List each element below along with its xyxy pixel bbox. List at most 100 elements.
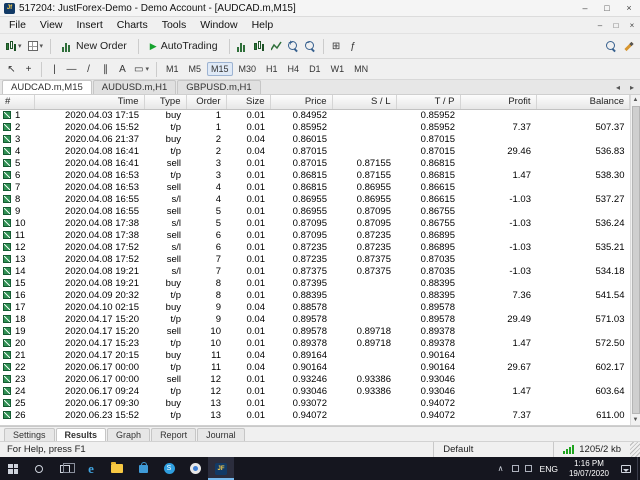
language-indicator[interactable]: ENG (535, 464, 563, 474)
skype-button[interactable]: S (156, 457, 182, 480)
profile-selector[interactable]: Default (433, 442, 553, 457)
table-row[interactable]: 11 2020.04.08 17:38 sell 6 0.01 0.87095 0.8723… (0, 229, 630, 241)
search-button[interactable] (603, 37, 620, 56)
menu-view[interactable]: View (33, 18, 70, 32)
zoom-in-button[interactable]: + (285, 37, 302, 56)
timeframe-m5[interactable]: M5 (184, 62, 205, 76)
taskbar-clock[interactable]: 1:16 PM 19/07/2020 (563, 459, 615, 478)
table-row[interactable]: 23 2020.06.17 00:00 sell 12 0.01 0.93246 0.933… (0, 373, 630, 385)
menu-tools[interactable]: Tools (155, 18, 194, 32)
table-row[interactable]: 5 2020.04.08 16:41 sell 3 0.01 0.87015 0.87155… (0, 157, 630, 169)
new-chart-button[interactable]: ▾ (3, 37, 25, 56)
table-row[interactable]: 6 2020.04.08 16:53 t/p 3 0.01 0.86815 0.87155 0… (0, 169, 630, 181)
table-row[interactable]: 10 2020.04.08 17:38 s/l 5 0.01 0.87095 0.87095… (0, 217, 630, 229)
mdi-restore-button[interactable]: □ (608, 19, 624, 32)
channel-button[interactable]: ∥ (97, 60, 114, 79)
minimize-button[interactable]: – (574, 0, 596, 16)
table-row[interactable]: 8 2020.04.08 16:55 s/l 4 0.01 0.86955 0.86955 0… (0, 193, 630, 205)
chart-tab[interactable]: GBPUSD.m,H1 (177, 80, 261, 94)
start-button[interactable] (0, 457, 26, 480)
scrollbar-thumb[interactable] (631, 106, 640, 414)
table-row[interactable]: 25 2020.06.17 09:30 buy 13 0.01 0.93072 0.9407… (0, 397, 630, 409)
table-row[interactable]: 1 2020.04.03 17:15 buy 1 0.01 0.84952 0.85952 (0, 109, 630, 121)
autotrading-button[interactable]: ▶ AutoTrading (143, 37, 225, 56)
scroll-tabs-right-button[interactable]: ▸ (626, 83, 638, 92)
table-row[interactable]: 17 2020.04.10 02:15 buy 9 0.04 0.88578 0.89578 (0, 301, 630, 313)
scroll-tabs-left-button[interactable]: ◂ (612, 83, 624, 92)
timeframe-d1[interactable]: D1 (305, 62, 325, 76)
column-header[interactable]: Time (34, 95, 145, 110)
cursor-button[interactable]: ↖ (3, 60, 20, 79)
table-row[interactable]: 2 2020.04.06 15:52 t/p 1 0.01 0.85952 0.85952 7… (0, 121, 630, 133)
table-row[interactable]: 9 2020.04.08 16:55 sell 5 0.01 0.86955 0.87095… (0, 205, 630, 217)
table-row[interactable]: 3 2020.04.06 21:37 buy 2 0.04 0.86015 0.87015 (0, 133, 630, 145)
table-row[interactable]: 26 2020.06.23 15:52 t/p 13 0.01 0.94072 0.9407… (0, 409, 630, 421)
column-header[interactable]: Balance (536, 95, 630, 110)
table-row[interactable]: 18 2020.04.17 15:20 t/p 9 0.04 0.89578 0.89578… (0, 313, 630, 325)
table-row[interactable]: 14 2020.04.08 19:21 s/l 7 0.01 0.87375 0.87375… (0, 265, 630, 277)
column-header[interactable]: Type (144, 95, 187, 110)
column-header[interactable]: Profit (460, 95, 537, 110)
timeframe-m15[interactable]: M15 (207, 62, 233, 76)
mdi-minimize-button[interactable]: – (592, 19, 608, 32)
column-header[interactable]: Price (270, 95, 333, 110)
table-row[interactable]: 20 2020.04.17 15:23 t/p 10 0.01 0.89378 0.8971… (0, 337, 630, 349)
menu-window[interactable]: Window (193, 18, 244, 32)
timeframe-h4[interactable]: H4 (284, 62, 304, 76)
close-button[interactable]: × (618, 0, 640, 16)
zoom-out-button[interactable]: − (302, 37, 319, 56)
action-center-icon[interactable] (621, 464, 631, 473)
trendline-button[interactable]: / (80, 60, 97, 79)
table-row[interactable]: 15 2020.04.08 19:21 buy 8 0.01 0.87395 0.88395 (0, 277, 630, 289)
vertical-line-button[interactable]: | (46, 60, 63, 79)
tester-tab-report[interactable]: Report (151, 428, 197, 441)
table-row[interactable]: 13 2020.04.08 17:52 sell 7 0.01 0.87235 0.8737… (0, 253, 630, 265)
chart-tab[interactable]: AUDCAD.m,M15 (2, 80, 92, 94)
tray-icon[interactable] (524, 465, 532, 472)
tray-icon[interactable] (511, 465, 519, 472)
menu-charts[interactable]: Charts (110, 18, 155, 32)
search-taskbar-button[interactable] (26, 457, 52, 480)
tile-windows-button[interactable]: ⊞ (328, 37, 345, 56)
vertical-scrollbar[interactable]: ▲ ▼ (630, 95, 640, 425)
table-row[interactable]: 7 2020.04.08 16:53 sell 4 0.01 0.86815 0.86955… (0, 181, 630, 193)
store-button[interactable] (130, 457, 156, 480)
column-header[interactable]: Order (186, 95, 227, 110)
mt4-taskbar-button[interactable]: JF (208, 457, 234, 480)
menu-help[interactable]: Help (245, 18, 281, 32)
browser-button[interactable] (182, 457, 208, 480)
task-view-button[interactable] (52, 457, 78, 480)
timeframe-w1[interactable]: W1 (327, 62, 349, 76)
horizontal-line-button[interactable]: — (63, 60, 80, 79)
column-header[interactable]: T / P (396, 95, 461, 110)
crosshair-button[interactable]: + (20, 60, 37, 79)
line-chart-button[interactable] (268, 37, 285, 56)
timeframe-m30[interactable]: M30 (235, 62, 261, 76)
file-explorer-button[interactable] (104, 457, 130, 480)
menu-insert[interactable]: Insert (70, 18, 110, 32)
column-header[interactable]: S / L (332, 95, 397, 110)
timeframe-h1[interactable]: H1 (262, 62, 282, 76)
column-header[interactable]: # (0, 95, 35, 110)
table-row[interactable]: 21 2020.04.17 20:15 buy 11 0.04 0.89164 0.9016… (0, 349, 630, 361)
table-row[interactable]: 22 2020.06.17 00:00 t/p 11 0.04 0.90164 0.9016… (0, 361, 630, 373)
scroll-down-arrow[interactable]: ▼ (633, 415, 639, 425)
timeframe-mn[interactable]: MN (350, 62, 372, 76)
edge-taskbar-button[interactable]: e (78, 457, 104, 480)
tester-tab-results[interactable]: Results (55, 428, 107, 441)
scroll-up-arrow[interactable]: ▲ (633, 95, 639, 105)
metaeditor-button[interactable] (620, 37, 637, 56)
maximize-button[interactable]: □ (596, 0, 618, 16)
timeframe-m1[interactable]: M1 (162, 62, 183, 76)
table-row[interactable]: 4 2020.04.08 16:41 t/p 2 0.04 0.87015 0.87015 2… (0, 145, 630, 157)
profiles-button[interactable]: ▾ (25, 37, 47, 56)
table-row[interactable]: 24 2020.06.17 09:24 t/p 12 0.01 0.93046 0.9338… (0, 385, 630, 397)
shapes-tool-button[interactable]: ▭ ▾ (131, 60, 152, 79)
chart-tab[interactable]: AUDUSD.m,H1 (92, 80, 177, 94)
table-row[interactable]: 16 2020.04.09 20:32 t/p 8 0.01 0.88395 0.88395… (0, 289, 630, 301)
column-header[interactable]: Size (226, 95, 271, 110)
tester-tab-journal[interactable]: Journal (197, 428, 245, 441)
bar-chart-button[interactable] (234, 37, 251, 56)
mdi-close-button[interactable]: × (624, 19, 640, 32)
table-row[interactable]: 19 2020.04.17 15:20 sell 10 0.01 0.89578 0.897… (0, 325, 630, 337)
